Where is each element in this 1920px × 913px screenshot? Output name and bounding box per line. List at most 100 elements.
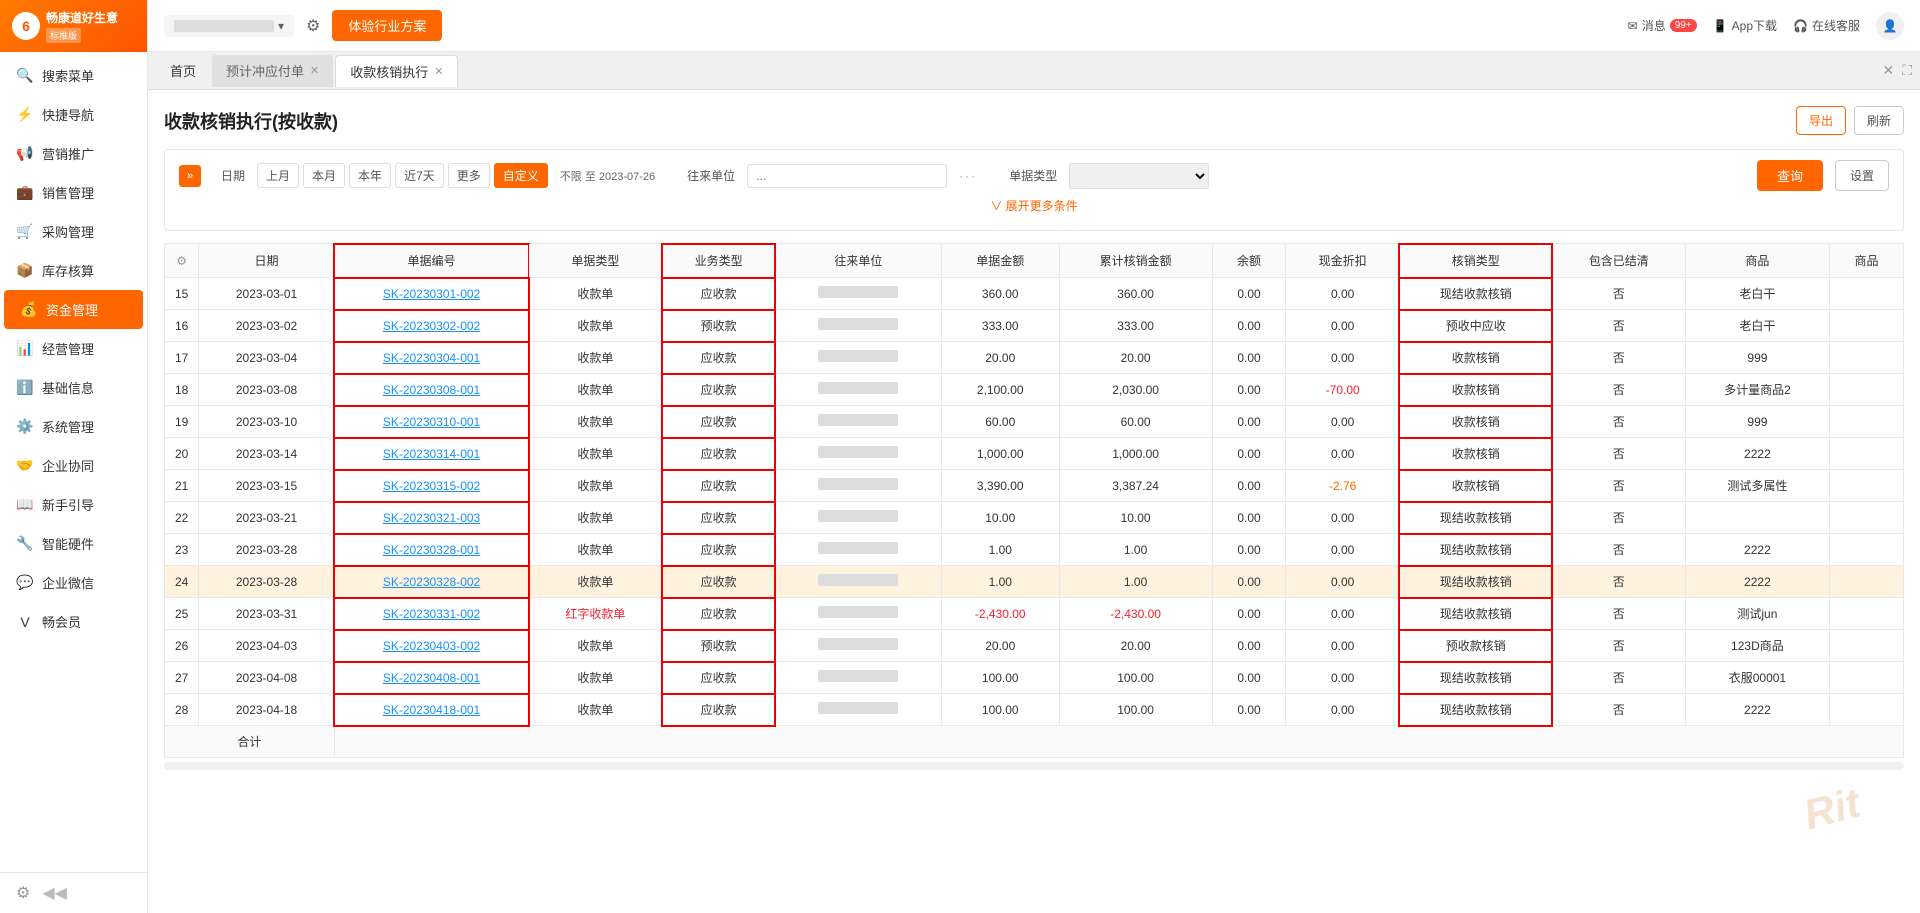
cell-biz-type: 预收款 [662,310,775,342]
cell-settled: 否 [1552,662,1685,694]
export-button[interactable]: 导出 [1796,106,1846,135]
cell-partner [775,278,941,310]
cell-settled: 否 [1552,406,1685,438]
cell-verified: 100.00 [1059,662,1212,694]
sidebar-item-2[interactable]: 📢营销推广 [0,134,147,173]
partner-input[interactable] [747,164,947,188]
cell-verified: 1.00 [1059,566,1212,598]
cell-no: 26 [165,630,199,662]
user-avatar[interactable]: 👤 [1876,12,1904,40]
cell-goods1: 测试多属性 [1685,470,1829,502]
sidebar-item-6[interactable]: 💰资金管理 [4,290,143,329]
cell-discount: -2.76 [1286,470,1399,502]
message-button[interactable]: ✉ 消息 99+ [1628,17,1697,34]
tab-home[interactable]: 首页 [156,55,210,87]
sidebar-item-13[interactable]: 💬企业微信 [0,563,147,602]
cell-verify-type: 收款核销 [1399,470,1552,502]
sidebar-item-14[interactable]: V畅会员 [0,602,147,641]
cell-discount: 0.00 [1286,406,1399,438]
cell-verified: 20.00 [1059,630,1212,662]
sidebar-item-12[interactable]: 🔧智能硬件 [0,524,147,563]
sidebar-item-9[interactable]: ⚙️系统管理 [0,407,147,446]
filter-toggle-button[interactable]: » [179,165,201,187]
company-selector[interactable]: ▾ [164,15,294,37]
sidebar-item-5[interactable]: 📦库存核算 [0,251,147,290]
cell-biz-type: 应收款 [662,566,775,598]
date-btn-lastmonth[interactable]: 上月 [257,163,299,188]
cell-verify-type: 预收中应收 [1399,310,1552,342]
cell-settled: 否 [1552,502,1685,534]
sidebar-item-7[interactable]: 📊经营管理 [0,329,147,368]
query-button[interactable]: 查询 [1757,160,1823,191]
cell-biz-type: 应收款 [662,534,775,566]
cell-verify-type: 收款核销 [1399,406,1552,438]
cell-verified: 20.00 [1059,342,1212,374]
sidebar-item-4[interactable]: 🛒采购管理 [0,212,147,251]
cell-no: 20 [165,438,199,470]
tab-close-all-icon[interactable]: ✕ [1882,62,1894,79]
cell-partner [775,502,941,534]
cell-goods1: 123D商品 [1685,630,1829,662]
col-gear[interactable]: ⚙ [165,244,199,278]
bill-type-select[interactable] [1069,163,1209,189]
sidebar-item-3[interactable]: 💼销售管理 [0,173,147,212]
cell-bill-type: 收款单 [529,374,662,406]
online-service-button[interactable]: 🎧 在线客服 [1793,17,1860,34]
gear-icon[interactable]: ⚙ [306,16,320,36]
cell-amount: 360.00 [941,278,1059,310]
cell-balance: 0.00 [1212,534,1286,566]
settings-icon[interactable]: ⚙ [16,883,30,903]
tab-close-collection[interactable]: ✕ [434,65,443,78]
cell-bill-type: 收款单 [529,278,662,310]
bill-type-label: 单据类型 [1009,167,1057,184]
table-scrollbar[interactable] [164,762,1904,770]
cell-bill-no: SK-20230310-001 [334,406,529,438]
cell-no: 28 [165,694,199,726]
cell-bill-no: SK-20230302-002 [334,310,529,342]
cell-amount: 333.00 [941,310,1059,342]
tab-expand-icon[interactable]: ⛶ [1902,62,1912,79]
app-download-button[interactable]: 📱 App下载 [1713,17,1777,34]
date-btn-thisyear[interactable]: 本年 [349,163,391,188]
cell-amount: 100.00 [941,694,1059,726]
sidebar-item-10[interactable]: 🤝企业协同 [0,446,147,485]
cell-settled: 否 [1552,278,1685,310]
col-goods1: 商品 [1685,244,1829,278]
table-row: 27 2023-04-08 SK-20230408-001 收款单 应收款 10… [165,662,1904,694]
cell-partner [775,438,941,470]
cell-goods1: 测试jun [1685,598,1829,630]
solution-button[interactable]: 体验行业方案 [332,10,442,41]
partner-label: 往来单位 [687,167,735,184]
date-btn-7days[interactable]: 近7天 [395,163,444,188]
table-row: 15 2023-03-01 SK-20230301-002 收款单 应收款 36… [165,278,1904,310]
tab-collection[interactable]: 收款核销执行 ✕ [335,55,458,87]
date-btn-thismonth[interactable]: 本月 [303,163,345,188]
collapse-icon[interactable]: ◀◀ [42,883,67,903]
cell-no: 15 [165,278,199,310]
cell-verified: 360.00 [1059,278,1212,310]
sidebar-item-0[interactable]: 🔍搜索菜单 [0,56,147,95]
cell-bill-type: 收款单 [529,694,662,726]
total-label: 合计 [165,726,335,758]
cell-amount: 1.00 [941,566,1059,598]
cell-balance: 0.00 [1212,470,1286,502]
tab-prepay[interactable]: 预计冲应付单 ✕ [212,55,333,87]
cell-balance: 0.00 [1212,566,1286,598]
cell-goods2 [1829,630,1903,662]
sidebar-item-8[interactable]: ℹ️基础信息 [0,368,147,407]
main-area: ▾ ⚙ 体验行业方案 ✉ 消息 99+ 📱 App下载 🎧 在线客服 👤 [148,0,1920,913]
tab-close-prepay[interactable]: ✕ [310,64,319,77]
date-btn-more[interactable]: 更多 [448,163,490,188]
settings-button[interactable]: 设置 [1835,160,1889,191]
cell-balance: 0.00 [1212,694,1286,726]
date-btn-custom[interactable]: 自定义 [494,163,548,188]
refresh-button[interactable]: 刷新 [1854,106,1904,135]
cell-settled: 否 [1552,342,1685,374]
cell-date: 2023-03-21 [199,502,334,534]
sidebar-item-11[interactable]: 📖新手引导 [0,485,147,524]
expand-more[interactable]: ∨ 展开更多条件 [179,191,1889,220]
cell-bill-no: SK-20230328-002 [334,566,529,598]
cell-goods1: 2222 [1685,566,1829,598]
cell-discount: 0.00 [1286,662,1399,694]
sidebar-item-1[interactable]: ⚡快捷导航 [0,95,147,134]
